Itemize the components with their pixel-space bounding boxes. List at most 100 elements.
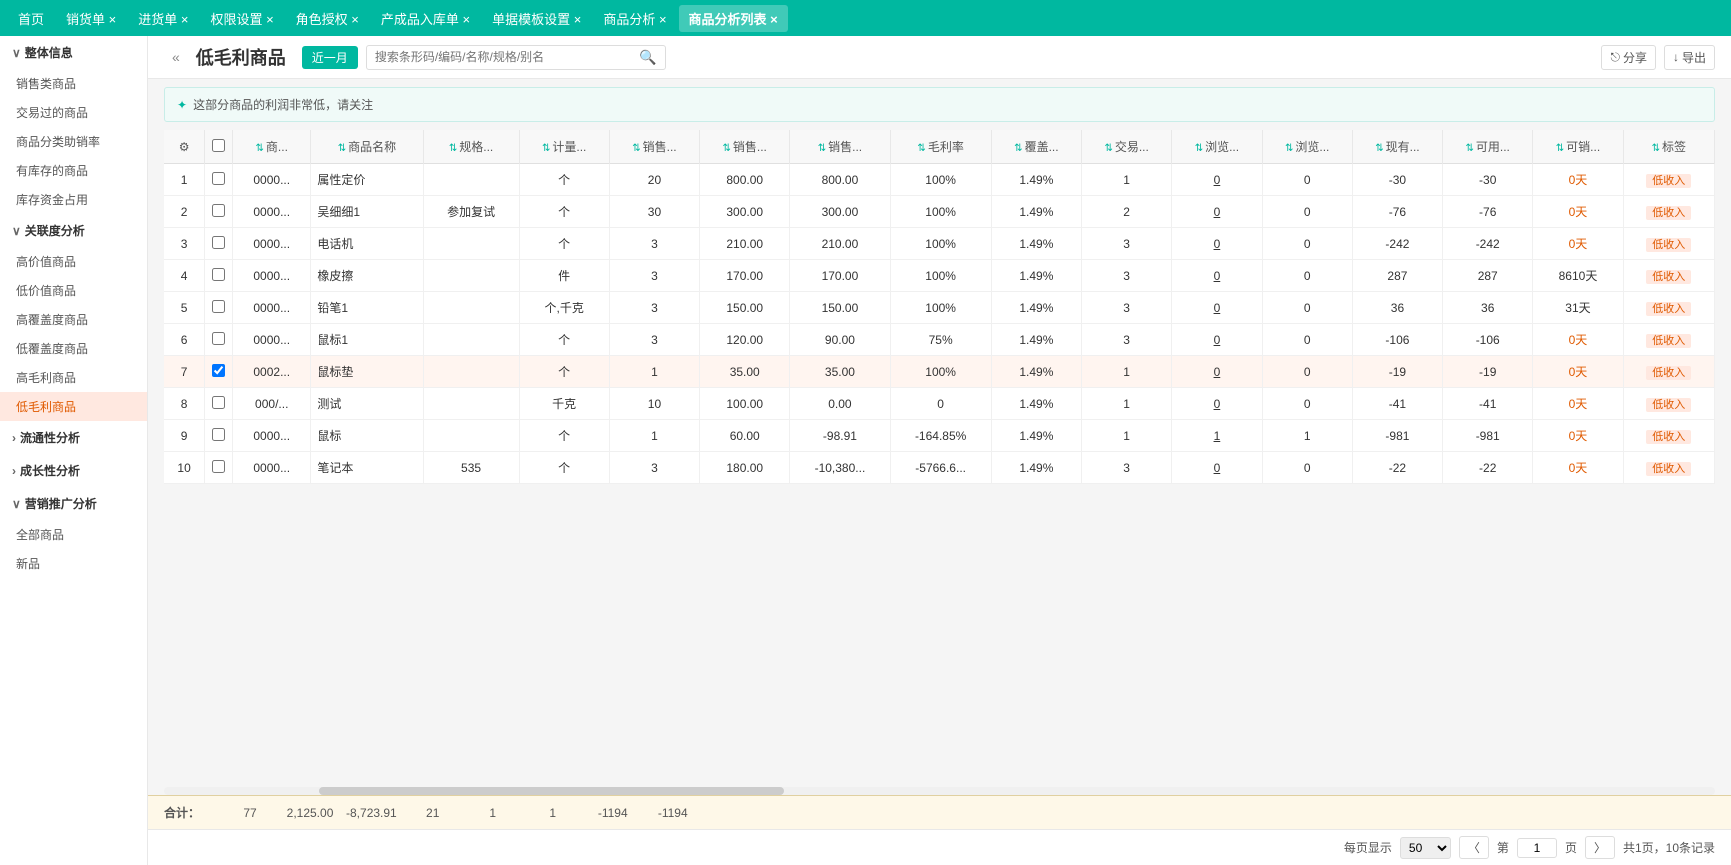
row-views1[interactable]: 0 (1172, 292, 1262, 324)
sidebar-item-all-goods[interactable]: 全部商品 (0, 520, 147, 549)
th-views1[interactable]: ⇅浏览... (1172, 130, 1262, 164)
row-checkbox-cell[interactable] (205, 228, 233, 260)
row-checkbox-cell[interactable] (205, 292, 233, 324)
row-views2: 0 (1262, 388, 1352, 420)
th-sales-qty[interactable]: ⇅销售... (609, 130, 699, 164)
row-views1[interactable]: 0 (1172, 196, 1262, 228)
row-views1[interactable]: 0 (1172, 260, 1262, 292)
table-wrapper[interactable]: ⚙ ⇅商... ⇅商品名称 ⇅规格... ⇅计量... ⇅销售... ⇅销售..… (164, 130, 1715, 787)
sidebar-group-growth[interactable]: › 成长性分析 (0, 454, 147, 487)
th-spec[interactable]: ⇅规格... (423, 130, 519, 164)
row-checkbox[interactable] (212, 268, 225, 281)
row-checkbox-cell[interactable] (205, 164, 233, 196)
sidebar-collapse-btn[interactable]: « (164, 46, 188, 68)
row-checkbox-cell[interactable] (205, 356, 233, 388)
th-current[interactable]: ⇅现有... (1352, 130, 1442, 164)
th-code[interactable]: ⇅商... (233, 130, 311, 164)
row-available: -19 (1443, 356, 1533, 388)
row-sales-price: 100.00 (700, 388, 790, 420)
row-checkbox-cell[interactable] (205, 260, 233, 292)
th-tag[interactable]: ⇅标签 (1623, 130, 1714, 164)
row-views1[interactable]: 0 (1172, 324, 1262, 356)
row-no: 5 (164, 292, 205, 324)
row-views1[interactable]: 0 (1172, 228, 1262, 260)
page-input[interactable] (1517, 838, 1557, 858)
row-views1[interactable]: 0 (1172, 388, 1262, 420)
row-gross-rate: 100% (890, 164, 991, 196)
row-checkbox[interactable] (212, 172, 225, 185)
nav-templates[interactable]: 单据模板设置 × (482, 5, 591, 32)
th-settings[interactable]: ⚙ (164, 130, 205, 164)
nav-analysis[interactable]: 商品分析 × (593, 5, 676, 32)
sidebar-item-category-rate[interactable]: 商品分类助销率 (0, 127, 147, 156)
sidebar-item-new-goods[interactable]: 新品 (0, 549, 147, 578)
sidebar-item-stock-capital[interactable]: 库存资金占用 (0, 185, 147, 214)
sidebar-item-sales-goods[interactable]: 销售类商品 (0, 69, 147, 98)
row-checkbox[interactable] (212, 428, 225, 441)
th-name[interactable]: ⇅商品名称 (311, 130, 423, 164)
sidebar-group-marketing-label: 营销推广分析 (25, 495, 97, 512)
sidebar-group-relevance[interactable]: ∨ 关联度分析 (0, 214, 147, 247)
th-gross-rate[interactable]: ⇅毛利率 (890, 130, 991, 164)
th-checkbox[interactable] (205, 130, 233, 164)
row-views1[interactable]: 0 (1172, 164, 1262, 196)
next-page-button[interactable]: 〉 (1585, 836, 1615, 859)
row-code: 0000... (233, 452, 311, 484)
nav-roles[interactable]: 角色授权 × (286, 5, 369, 32)
search-icon[interactable]: 🔍 (639, 49, 656, 66)
header-actions: ⎋ 分享 ↓ 导出 (1601, 45, 1715, 70)
row-current: -981 (1352, 420, 1442, 452)
th-sales-price[interactable]: ⇅销售... (700, 130, 790, 164)
page-size-select[interactable]: 50 20 100 (1400, 837, 1451, 859)
sidebar-group-overview[interactable]: ∨ 整体信息 (0, 36, 147, 69)
share-button[interactable]: ⎋ 分享 (1601, 45, 1656, 70)
th-saleable[interactable]: ⇅可销... (1533, 130, 1623, 164)
export-button[interactable]: ↓ 导出 (1664, 45, 1715, 70)
row-checkbox-cell[interactable] (205, 324, 233, 356)
select-all-checkbox[interactable] (212, 139, 225, 152)
th-sales-amount[interactable]: ⇅销售... (790, 130, 890, 164)
row-views1[interactable]: 0 (1172, 356, 1262, 388)
th-coverage[interactable]: ⇅覆盖... (991, 130, 1081, 164)
nav-permissions[interactable]: 权限设置 × (200, 5, 283, 32)
row-checkbox[interactable] (212, 204, 225, 217)
row-checkbox[interactable] (212, 332, 225, 345)
row-views1[interactable]: 1 (1172, 420, 1262, 452)
sidebar-item-traded-goods[interactable]: 交易过的商品 (0, 98, 147, 127)
row-checkbox-cell[interactable] (205, 420, 233, 452)
search-input[interactable] (375, 50, 640, 64)
scroll-thumb[interactable] (319, 787, 784, 795)
nav-products[interactable]: 产成品入库单 × (371, 5, 480, 32)
th-available[interactable]: ⇅可用... (1443, 130, 1533, 164)
nav-purchase[interactable]: 进货单 × (128, 5, 198, 32)
row-checkbox[interactable] (212, 396, 225, 409)
th-trade[interactable]: ⇅交易... (1082, 130, 1172, 164)
sidebar-group-circulation[interactable]: › 流通性分析 (0, 421, 147, 454)
nav-analysis-list[interactable]: 商品分析列表 × (679, 5, 788, 32)
row-checkbox-cell[interactable] (205, 196, 233, 228)
row-checkbox-cell[interactable] (205, 452, 233, 484)
row-checkbox[interactable] (212, 300, 225, 313)
prev-page-button[interactable]: 〈 (1459, 836, 1489, 859)
row-views1[interactable]: 0 (1172, 452, 1262, 484)
th-views2[interactable]: ⇅浏览... (1262, 130, 1352, 164)
period-button[interactable]: 近一月 (302, 46, 358, 69)
sidebar-item-high-value[interactable]: 高价值商品 (0, 247, 147, 276)
horizontal-scrollbar[interactable] (164, 787, 1715, 795)
sidebar-item-low-margin[interactable]: 低毛利商品 (0, 392, 147, 421)
nav-sales[interactable]: 销货单 × (56, 5, 126, 32)
row-checkbox-cell[interactable] (205, 388, 233, 420)
row-checkbox[interactable] (212, 460, 225, 473)
sidebar-item-high-coverage[interactable]: 高覆盖度商品 (0, 305, 147, 334)
th-unit[interactable]: ⇅计量... (519, 130, 609, 164)
sidebar-item-low-value[interactable]: 低价值商品 (0, 276, 147, 305)
sidebar-item-low-coverage[interactable]: 低覆盖度商品 (0, 334, 147, 363)
sidebar-item-in-stock[interactable]: 有库存的商品 (0, 156, 147, 185)
row-checkbox[interactable] (212, 364, 225, 377)
row-available: -106 (1443, 324, 1533, 356)
sidebar-group-marketing[interactable]: ∨ 营销推广分析 (0, 487, 147, 520)
row-checkbox[interactable] (212, 236, 225, 249)
row-sales-price: 120.00 (700, 324, 790, 356)
sidebar-item-high-margin[interactable]: 高毛利商品 (0, 363, 147, 392)
nav-home[interactable]: 首页 (8, 5, 54, 32)
